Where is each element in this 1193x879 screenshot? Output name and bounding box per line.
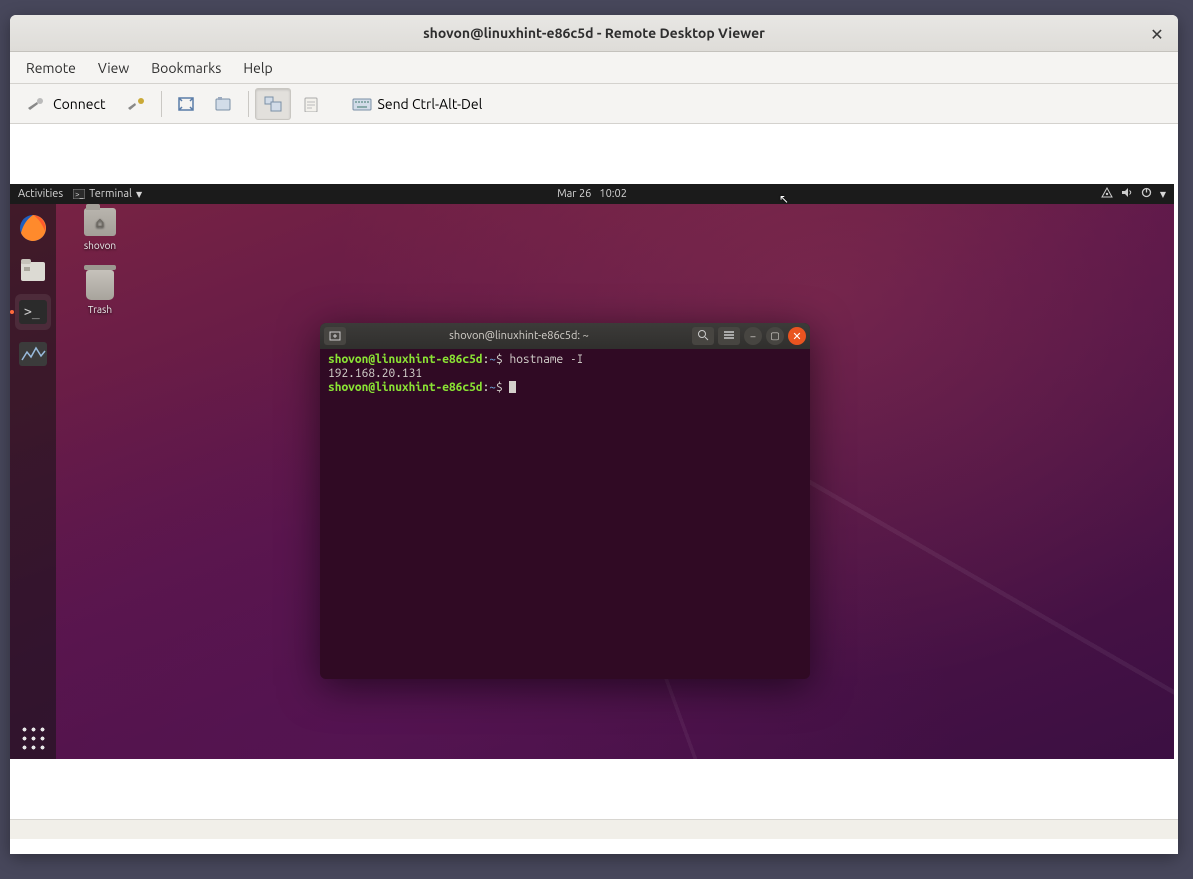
focused-app-menu[interactable]: >_ Terminal ▼ bbox=[73, 188, 142, 200]
terminal-close-button[interactable]: ✕ bbox=[788, 327, 806, 345]
dock-system-monitor[interactable] bbox=[15, 336, 51, 372]
apps-grid-icon bbox=[20, 725, 46, 751]
dock-show-apps[interactable] bbox=[10, 725, 56, 751]
minimize-icon: – bbox=[751, 331, 756, 342]
close-window-button[interactable]: ✕ bbox=[1146, 23, 1168, 45]
chevron-down-icon: ▼ bbox=[136, 190, 142, 199]
close-icon: ✕ bbox=[1150, 25, 1163, 44]
scaling-icon bbox=[264, 96, 282, 112]
close-icon: ✕ bbox=[792, 330, 801, 343]
screenshot-icon bbox=[215, 96, 233, 112]
fullscreen-icon bbox=[177, 96, 195, 112]
dock-files[interactable] bbox=[15, 252, 51, 288]
terminal-new-tab-button[interactable] bbox=[324, 327, 346, 345]
keyboard-icon bbox=[352, 96, 372, 112]
firefox-icon bbox=[18, 213, 48, 243]
send-cad-button[interactable]: Send Ctrl-Alt-Del bbox=[341, 88, 494, 120]
scaling-button[interactable] bbox=[255, 88, 291, 120]
gnome-dock: >_ bbox=[10, 204, 56, 759]
terminal-output: 192.168.20.131 bbox=[328, 367, 422, 380]
readonly-icon bbox=[303, 96, 319, 112]
disconnect-button[interactable] bbox=[119, 88, 155, 120]
terminal-minimize-button[interactable]: – bbox=[744, 327, 762, 345]
rdv-titlebar[interactable]: shovon@linuxhint-e86c5d - Remote Desktop… bbox=[10, 15, 1178, 52]
rdv-menubar: Remote View Bookmarks Help bbox=[10, 52, 1178, 84]
desktop-icon-label: shovon bbox=[84, 240, 116, 251]
viewport-padding-top bbox=[10, 124, 1178, 184]
terminal-body[interactable]: shovon@linuxhint-e86c5d:~$ hostname -I 1… bbox=[320, 349, 810, 679]
svg-text:>_: >_ bbox=[24, 305, 40, 320]
chevron-down-icon: ▼ bbox=[1160, 190, 1166, 199]
viewport-padding-bottom bbox=[10, 759, 1178, 819]
toolbar-separator-2 bbox=[248, 91, 249, 117]
terminal-search-button[interactable] bbox=[692, 327, 714, 345]
dock-terminal[interactable]: >_ bbox=[15, 294, 51, 330]
hamburger-icon bbox=[723, 330, 735, 342]
search-icon bbox=[697, 329, 709, 343]
horizontal-scrollbar[interactable] bbox=[10, 819, 1178, 839]
power-icon bbox=[1141, 187, 1152, 201]
home-icon: ⌂ bbox=[84, 208, 116, 236]
network-icon bbox=[1101, 187, 1113, 201]
terminal-hamburger-button[interactable] bbox=[718, 327, 740, 345]
system-monitor-icon bbox=[19, 342, 47, 366]
focused-app-name: Terminal bbox=[89, 188, 132, 200]
terminal-command: hostname -I bbox=[509, 353, 583, 366]
terminal-icon: >_ bbox=[73, 189, 85, 199]
menu-remote[interactable]: Remote bbox=[16, 56, 86, 80]
system-status-area[interactable]: ▼ bbox=[1101, 187, 1166, 201]
prompt-user: shovon@linuxhint-e86c5d bbox=[328, 353, 483, 366]
clock-area[interactable]: Mar 26 10:02 bbox=[557, 188, 627, 200]
plug-icon bbox=[27, 96, 47, 112]
toolbar-separator bbox=[161, 91, 162, 117]
rdv-title: shovon@linuxhint-e86c5d - Remote Desktop… bbox=[423, 25, 765, 41]
files-icon bbox=[19, 257, 47, 283]
connect-label: Connect bbox=[53, 96, 106, 112]
menu-view[interactable]: View bbox=[88, 56, 139, 80]
rdv-toolbar: Connect bbox=[10, 84, 1178, 124]
activities-button[interactable]: Activities bbox=[18, 188, 63, 200]
terminal-title: shovon@linuxhint-e86c5d: ~ bbox=[350, 330, 688, 342]
svg-text:>_: >_ bbox=[75, 190, 84, 199]
prompt-user: shovon@linuxhint-e86c5d bbox=[328, 381, 483, 394]
send-cad-label: Send Ctrl-Alt-Del bbox=[378, 96, 483, 112]
unplug-icon bbox=[127, 96, 147, 112]
volume-icon bbox=[1121, 187, 1133, 201]
menu-bookmarks[interactable]: Bookmarks bbox=[141, 56, 231, 80]
fullscreen-button[interactable] bbox=[168, 88, 204, 120]
terminal-titlebar[interactable]: shovon@linuxhint-e86c5d: ~ – ▢ ✕ bbox=[320, 323, 810, 349]
screenshot-button[interactable] bbox=[206, 88, 242, 120]
rdv-viewport: Activities >_ Terminal ▼ Mar 26 10:02 bbox=[10, 124, 1178, 854]
new-tab-icon bbox=[329, 331, 341, 341]
gnome-top-bar: Activities >_ Terminal ▼ Mar 26 10:02 bbox=[10, 184, 1174, 204]
terminal-maximize-button[interactable]: ▢ bbox=[766, 327, 784, 345]
dock-firefox[interactable] bbox=[15, 210, 51, 246]
remote-desktop[interactable]: Activities >_ Terminal ▼ Mar 26 10:02 bbox=[10, 184, 1174, 759]
trash-icon bbox=[86, 270, 114, 300]
terminal-cursor bbox=[509, 381, 516, 393]
connect-button[interactable]: Connect bbox=[16, 88, 117, 120]
desktop-icon-trash[interactable]: Trash bbox=[72, 270, 128, 315]
view-only-button[interactable] bbox=[293, 88, 329, 120]
maximize-icon: ▢ bbox=[770, 330, 779, 342]
gnome-terminal-window[interactable]: shovon@linuxhint-e86c5d: ~ – ▢ ✕ bbox=[320, 323, 810, 679]
terminal-icon: >_ bbox=[19, 300, 47, 324]
desktop-icon-label: Trash bbox=[88, 304, 112, 315]
remote-desktop-viewer-window: shovon@linuxhint-e86c5d - Remote Desktop… bbox=[10, 15, 1178, 854]
menu-help[interactable]: Help bbox=[233, 56, 282, 80]
topbar-time: 10:02 bbox=[599, 188, 627, 200]
desktop-icon-home[interactable]: ⌂ shovon bbox=[72, 208, 128, 251]
topbar-date: Mar 26 bbox=[557, 188, 591, 200]
